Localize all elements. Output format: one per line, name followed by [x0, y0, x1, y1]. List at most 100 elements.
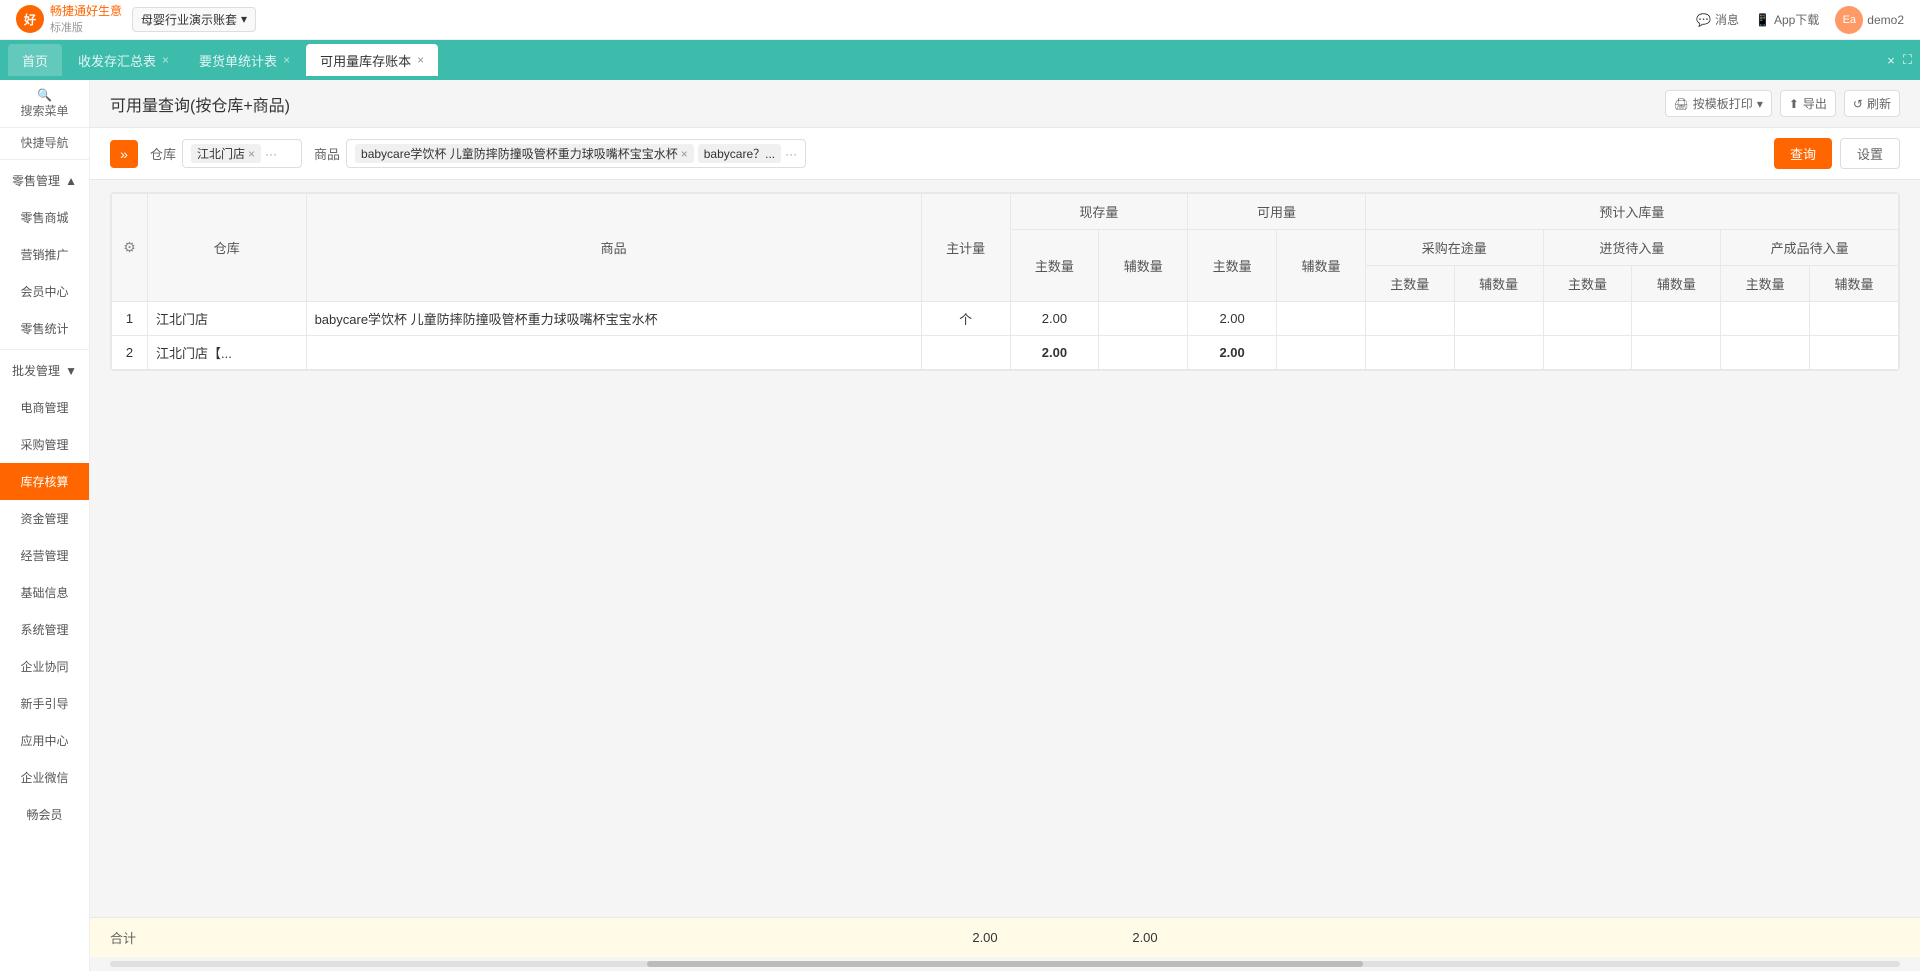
- warehouse-filter-input[interactable]: 江北门店 × ···: [182, 139, 302, 168]
- td-current-aux-2: [1099, 336, 1188, 370]
- warehouse-filter-more[interactable]: ···: [265, 147, 277, 161]
- search-icon: 🔍: [37, 88, 52, 102]
- product-tag-value-1: babycare学饮杯 儿童防摔防撞吸管杯重力球吸嘴杯宝宝水杯: [361, 145, 678, 162]
- sidebar-item-enterprise-collab-label: 企业协同: [20, 658, 68, 675]
- th-goods-in-group: 进货待入量: [1543, 230, 1721, 266]
- tab-receive-pay[interactable]: 收发存汇总表 ×: [64, 44, 183, 76]
- settings-btn[interactable]: 设置: [1840, 138, 1900, 169]
- chevron-icon: ▲: [65, 174, 77, 188]
- sidebar-item-retail-mall-label: 零售商城: [20, 209, 68, 226]
- filter-actions: 查询 设置: [1774, 138, 1900, 169]
- product-tag-1-close[interactable]: ×: [681, 147, 688, 161]
- td-row-num-2: 2: [112, 336, 148, 370]
- warehouse-filter-tag: 江北门店 ×: [191, 144, 261, 163]
- sidebar-item-retail-mgmt-label: 零售管理: [12, 172, 60, 189]
- summary-available-main-qty: 2.00: [1105, 930, 1185, 945]
- td-current-main-1: 2.00: [1010, 302, 1099, 336]
- sidebar-item-marketing[interactable]: 营销推广: [0, 236, 89, 273]
- scroll-thumb[interactable]: [647, 961, 1363, 967]
- sidebar-item-retail-mall[interactable]: 零售商城: [0, 199, 89, 236]
- message-icon: 💬: [1696, 13, 1711, 27]
- tab-bar-right: × ⛶: [1887, 52, 1912, 68]
- export-btn[interactable]: ⬆ 导出: [1780, 90, 1836, 117]
- sidebar-search-label: 搜索菜单: [20, 104, 68, 118]
- sidebar-item-ecommerce-mgmt[interactable]: 电商管理: [0, 389, 89, 426]
- app-download-label: App下载: [1774, 11, 1819, 28]
- sidebar-item-enterprise-collab[interactable]: 企业协同: [0, 648, 89, 685]
- app-download-btn[interactable]: 📱 App下载: [1755, 11, 1819, 28]
- sidebar-item-operation-mgmt[interactable]: 经营管理: [0, 537, 89, 574]
- sidebar-item-wholesale-mgmt[interactable]: 批发管理 ▼: [0, 352, 89, 389]
- sidebar-item-retail-mgmt[interactable]: 零售管理 ▲: [0, 162, 89, 199]
- sidebar-item-purchase-mgmt[interactable]: 采购管理: [0, 426, 89, 463]
- filter-expand-btn[interactable]: »: [110, 140, 138, 168]
- sidebar-item-app-center-label: 应用中心: [20, 732, 68, 749]
- product-filter-label: 商品: [314, 144, 340, 163]
- sidebar-item-fund-mgmt[interactable]: 资金管理: [0, 500, 89, 537]
- tab-expand-btn[interactable]: ⛶: [1903, 52, 1912, 68]
- user-name: demo2: [1867, 13, 1904, 27]
- sidebar-item-enterprise-wechat-label: 企业微信: [20, 769, 68, 786]
- th-product-main: 主数量: [1721, 266, 1810, 302]
- page-title: 可用量查询(按仓库+商品): [110, 92, 290, 116]
- app-logo-text: 畅捷通好生意: [50, 4, 122, 18]
- sidebar-item-app-center[interactable]: 应用中心: [0, 722, 89, 759]
- th-current-aux-qty: 辅数量: [1099, 230, 1188, 302]
- sidebar-item-basic-info[interactable]: 基础信息: [0, 574, 89, 611]
- td-warehouse-2: 江北门店【...: [148, 336, 307, 370]
- td-warehouse-1: 江北门店: [148, 302, 307, 336]
- sidebar-item-inventory-check[interactable]: 库存核算: [0, 463, 89, 500]
- print-btn[interactable]: 🖨 按模板打印 ▾: [1665, 90, 1772, 117]
- warehouse-tag-close[interactable]: ×: [248, 147, 255, 161]
- sidebar-search-btn[interactable]: 🔍 搜索菜单: [0, 80, 89, 128]
- export-label: 导出: [1803, 95, 1827, 112]
- sidebar-item-basic-info-label: 基础信息: [20, 584, 68, 601]
- product-filter-field: 商品 babycare学饮杯 儿童防摔防撞吸管杯重力球吸嘴杯宝宝水杯 × bab…: [314, 139, 806, 168]
- tab-close-all-btn[interactable]: ×: [1887, 53, 1895, 68]
- scroll-bar[interactable]: [110, 961, 1900, 967]
- app-logo-sub: 标准版: [50, 19, 122, 35]
- product-filter-more[interactable]: ···: [785, 147, 797, 161]
- page-header: 可用量查询(按仓库+商品) 🖨 按模板打印 ▾ ⬆ 导出 ↺ 刷新: [90, 80, 1920, 128]
- user-area[interactable]: Ea demo2: [1835, 6, 1904, 34]
- sidebar-quick-nav[interactable]: 快捷导航: [0, 128, 89, 157]
- sidebar-item-system-mgmt[interactable]: 系统管理: [0, 611, 89, 648]
- content-area: 可用量查询(按仓库+商品) 🖨 按模板打印 ▾ ⬆ 导出 ↺ 刷新: [90, 80, 1920, 971]
- tab-available-stock[interactable]: 可用量库存账本 ×: [306, 44, 438, 76]
- tab-order-stat[interactable]: 要货单统计表 ×: [185, 44, 304, 76]
- th-main-unit: 主计量: [921, 194, 1010, 302]
- sidebar-item-retail-stat[interactable]: 零售统计: [0, 310, 89, 347]
- message-btn[interactable]: 💬 消息: [1696, 11, 1739, 28]
- industry-selector[interactable]: 母婴行业演示账套 ▾: [132, 7, 256, 32]
- sidebar-item-marketing-label: 营销推广: [20, 246, 68, 263]
- refresh-icon: ↺: [1853, 97, 1863, 111]
- tab-home[interactable]: 首页: [8, 44, 62, 76]
- th-goods-aux: 辅数量: [1632, 266, 1721, 302]
- tab-order-stat-close[interactable]: ×: [283, 53, 290, 67]
- td-avail-aux-2: [1277, 336, 1366, 370]
- product-filter-input[interactable]: babycare学饮杯 儿童防摔防撞吸管杯重力球吸嘴杯宝宝水杯 × babyca…: [346, 139, 806, 168]
- sidebar-quick-nav-label: 快捷导航: [20, 136, 68, 150]
- sidebar-item-fund-mgmt-label: 资金管理: [20, 510, 68, 527]
- sidebar-item-enterprise-wechat[interactable]: 企业微信: [0, 759, 89, 796]
- th-purchase-in-group: 采购在途量: [1365, 230, 1543, 266]
- sidebar-item-member-plus[interactable]: 畅会员: [0, 796, 89, 833]
- sidebar-item-member-center[interactable]: 会员中心: [0, 273, 89, 310]
- data-table: ⚙ 仓库 商品 主计量 现存量 可用量 预计入库量 主数量 辅数量: [111, 193, 1899, 370]
- th-product-in-group: 产成品待入量: [1721, 230, 1899, 266]
- th-available-aux-qty: 辅数量: [1277, 230, 1366, 302]
- gear-icon[interactable]: ⚙: [123, 239, 136, 255]
- tab-receive-pay-close[interactable]: ×: [162, 53, 169, 67]
- refresh-btn[interactable]: ↺ 刷新: [1844, 90, 1900, 117]
- sidebar-divider-2: [0, 349, 89, 350]
- warehouse-filter-field: 仓库 江北门店 × ···: [150, 139, 302, 168]
- td-purchase-aux-2: [1454, 336, 1543, 370]
- td-product-1: babycare学饮杯 儿童防摔防撞吸管杯重力球吸嘴杯宝宝水杯: [306, 302, 921, 336]
- sidebar-divider-1: [0, 159, 89, 160]
- td-avail-aux-1: [1277, 302, 1366, 336]
- query-btn[interactable]: 查询: [1774, 138, 1832, 169]
- sidebar-item-new-guide[interactable]: 新手引导: [0, 685, 89, 722]
- td-purchase-main-2: [1365, 336, 1454, 370]
- tab-available-stock-close[interactable]: ×: [417, 53, 424, 67]
- td-product-aux-2: [1810, 336, 1899, 370]
